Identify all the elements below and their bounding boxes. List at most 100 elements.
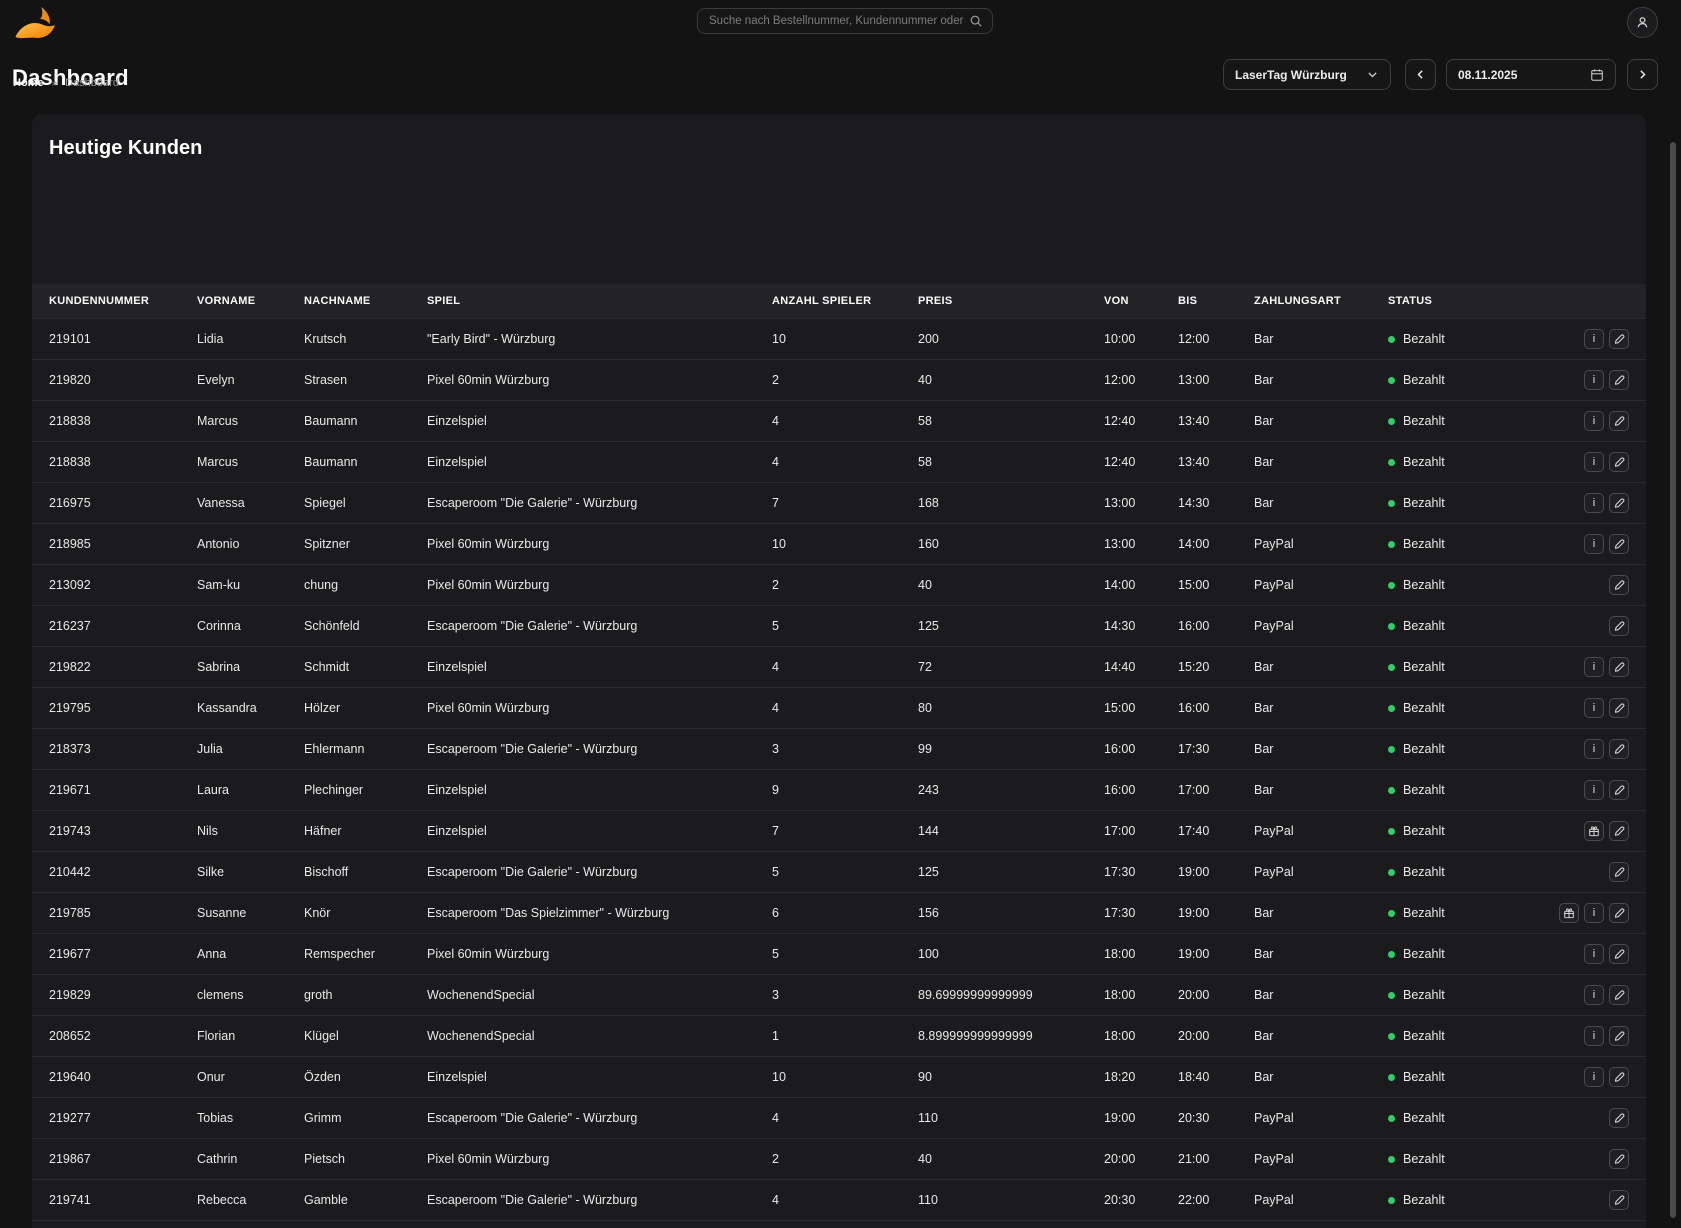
edit-button[interactable] [1609, 1108, 1629, 1128]
edit-button[interactable] [1609, 329, 1629, 349]
column-header: NACHNAME [304, 295, 371, 307]
next-day-button[interactable] [1627, 59, 1658, 90]
cell-zahlungsart: PayPal [1254, 865, 1294, 879]
info-icon: i [1592, 455, 1596, 468]
cell-zahlungsart: PayPal [1254, 1193, 1294, 1207]
cell-spiel: Pixel 60min Würzburg [427, 1152, 550, 1166]
edit-button[interactable] [1609, 452, 1629, 472]
info-button[interactable]: i [1584, 780, 1604, 800]
info-icon: i [1592, 537, 1596, 550]
edit-button[interactable] [1609, 493, 1629, 513]
cell-zahlungsart: PayPal [1254, 824, 1294, 838]
edit-button[interactable] [1609, 657, 1629, 677]
table-row: 219277 Tobias Grimm Escaperoom "Die Galerie… [32, 1097, 1646, 1138]
column-header: ZAHLUNGSART [1254, 295, 1342, 307]
gift-button[interactable] [1584, 821, 1604, 841]
info-icon: i [1592, 742, 1596, 755]
cell-spiel: Escaperoom "Die Galerie" - Würzburg [427, 619, 638, 633]
edit-button[interactable] [1609, 411, 1629, 431]
cell-vorname: Julia [197, 742, 223, 756]
cell-vorname: Laura [197, 783, 229, 797]
table-row: 219820 Evelyn Strasen Pixel 60min Würzburg 2… [32, 359, 1646, 400]
info-button[interactable]: i [1584, 739, 1604, 759]
cell-vorname: Sabrina [197, 660, 241, 674]
venue-select[interactable]: LaserTag Würzburg [1223, 59, 1391, 90]
info-icon: i [1592, 988, 1596, 1001]
info-button[interactable]: i [1584, 1067, 1604, 1087]
search-input[interactable] [707, 14, 969, 28]
previous-day-button[interactable] [1405, 59, 1436, 90]
status-label: Bezahlt [1403, 619, 1445, 633]
cell-spiel: WochenendSpecial [427, 1029, 535, 1043]
edit-button[interactable] [1609, 1149, 1629, 1169]
table-row: 219671 Laura Plechinger Einzelspiel 9 243 16:0… [32, 769, 1646, 810]
cell-spiel: Einzelspiel [427, 414, 487, 428]
table-row: 218373 Julia Ehlermann Escaperoom "Die Gale… [32, 728, 1646, 769]
info-button[interactable]: i [1584, 944, 1604, 964]
status-cell: Bezahlt [1388, 537, 1550, 551]
cell-preis: 243 [918, 783, 939, 797]
edit-button[interactable] [1609, 780, 1629, 800]
edit-button[interactable] [1609, 821, 1629, 841]
info-button[interactable]: i [1584, 985, 1604, 1005]
info-button[interactable]: i [1584, 1026, 1604, 1046]
info-button[interactable]: i [1584, 493, 1604, 513]
info-button[interactable]: i [1584, 370, 1604, 390]
cell-nachname: Schmidt [304, 660, 350, 674]
cell-zahlungsart: Bar [1254, 1029, 1274, 1043]
vertical-scrollbar[interactable] [1670, 142, 1676, 1218]
edit-button[interactable] [1609, 1190, 1629, 1210]
edit-button[interactable] [1609, 944, 1629, 964]
user-account-button[interactable] [1627, 7, 1658, 38]
cell-zahlungsart: Bar [1254, 414, 1274, 428]
table-row: 219853ValeryWallaceEscaperoom "Das Spiel… [32, 1220, 1646, 1228]
breadcrumb-home-link[interactable]: Home [13, 77, 44, 89]
edit-button[interactable] [1609, 739, 1629, 759]
info-button[interactable]: i [1584, 534, 1604, 554]
edit-button[interactable] [1609, 862, 1629, 882]
cell-vorname: Marcus [197, 455, 238, 469]
cell-preis: 40 [918, 1152, 932, 1166]
status-paid-dot [1388, 909, 1395, 917]
date-picker[interactable]: 08.11.2025 [1446, 59, 1616, 90]
status-paid-dot [1388, 540, 1395, 548]
edit-button[interactable] [1609, 534, 1629, 554]
info-button[interactable]: i [1584, 452, 1604, 472]
cell-kundennummer: 219671 [49, 783, 91, 797]
edit-button[interactable] [1609, 1026, 1629, 1046]
status-label: Bezahlt [1403, 1029, 1445, 1043]
cell-spiel: "Early Bird" - Würzburg [427, 332, 556, 346]
status-label: Bezahlt [1403, 783, 1445, 797]
edit-button[interactable] [1609, 1067, 1629, 1087]
edit-button[interactable] [1609, 698, 1629, 718]
info-button[interactable]: i [1584, 698, 1604, 718]
status-label: Bezahlt [1403, 1070, 1445, 1084]
edit-button[interactable] [1609, 575, 1629, 595]
cell-preis: 72 [918, 660, 932, 674]
info-button[interactable]: i [1584, 411, 1604, 431]
cell-preis: 40 [918, 578, 932, 592]
cell-von: 18:20 [1104, 1070, 1136, 1084]
cell-vorname: Kassandra [197, 701, 257, 715]
row-actions: i [1550, 780, 1629, 800]
row-actions [1550, 821, 1629, 841]
pencil-icon [1615, 498, 1625, 508]
cell-kundennummer: 219795 [49, 701, 91, 715]
cell-nachname: Bischoff [304, 865, 349, 879]
info-button[interactable]: i [1584, 903, 1604, 923]
info-button[interactable]: i [1584, 657, 1604, 677]
pencil-icon [1615, 1072, 1625, 1082]
edit-button[interactable] [1609, 985, 1629, 1005]
status-paid-dot [1388, 1114, 1395, 1122]
gift-button[interactable] [1559, 903, 1579, 923]
pencil-icon [1615, 826, 1625, 836]
info-button[interactable]: i [1584, 329, 1604, 349]
edit-button[interactable] [1609, 370, 1629, 390]
cell-preis: 200 [918, 332, 939, 346]
status-paid-dot [1388, 335, 1395, 343]
row-actions: i [1550, 903, 1629, 923]
edit-button[interactable] [1609, 616, 1629, 636]
pencil-icon [1615, 703, 1625, 713]
status-cell: Bezahlt [1388, 414, 1550, 428]
edit-button[interactable] [1609, 903, 1629, 923]
